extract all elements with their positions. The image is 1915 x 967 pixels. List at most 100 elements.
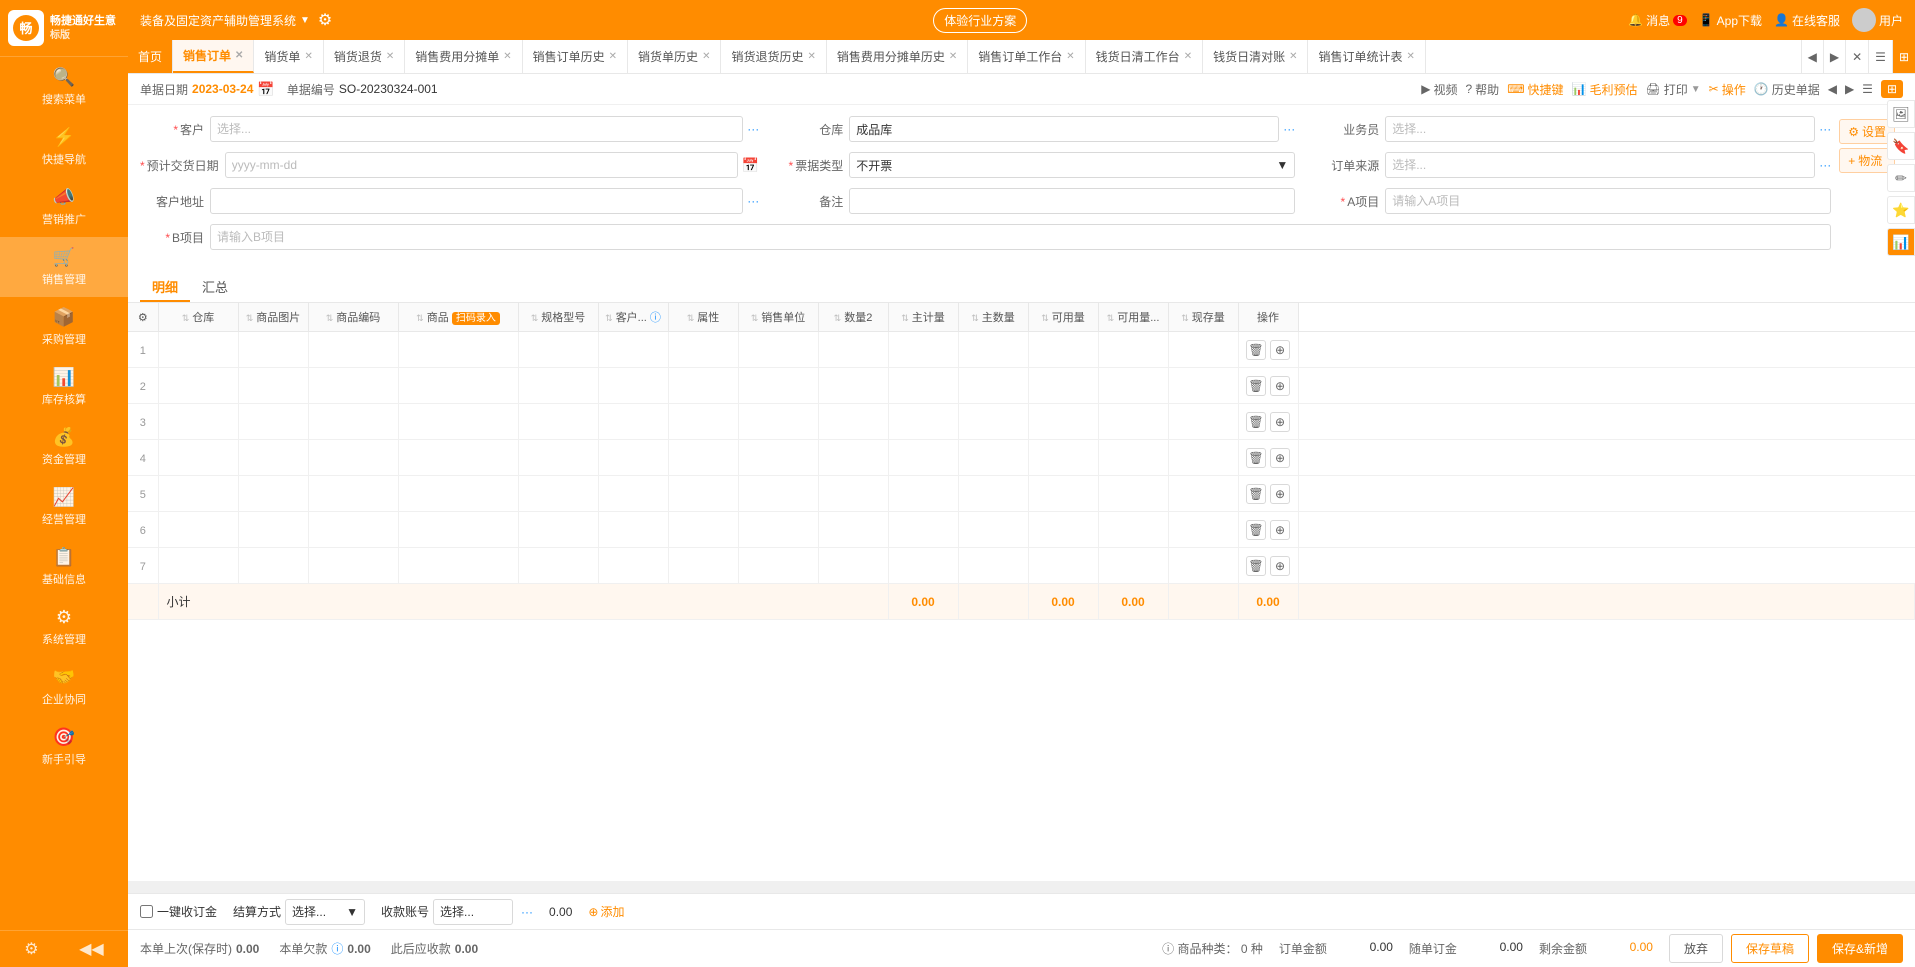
table-scroll-bar[interactable] — [128, 881, 1915, 893]
tab-close-icon[interactable]: ✕ — [1066, 51, 1074, 62]
tab-sales-stats[interactable]: 销售订单统计表 ✕ — [1308, 40, 1425, 73]
print-btn[interactable]: 🖨 打印 ▼ — [1646, 81, 1701, 98]
row-copy-btn[interactable]: ⊕ — [1270, 340, 1290, 360]
add-payment-btn[interactable]: ⊕ 添加 — [588, 903, 624, 920]
tab-expand-btn[interactable]: ⊞ — [1892, 40, 1915, 74]
address-more-btn[interactable]: ··· — [743, 194, 759, 208]
row-delete-btn[interactable]: 🗑 — [1246, 376, 1266, 396]
customer-more-btn[interactable]: ··· — [743, 122, 759, 136]
tab-close-icon[interactable]: ✕ — [949, 51, 957, 62]
row-copy-btn[interactable]: ⊕ — [1270, 556, 1290, 576]
tab-cash-reconcile[interactable]: 钱货日清对账 ✕ — [1203, 40, 1308, 73]
right-panel-btn-3[interactable]: ✏ — [1887, 164, 1915, 192]
delivery-date-input[interactable] — [225, 152, 738, 178]
toolbar-form-view-btn[interactable]: ⊞ — [1881, 80, 1903, 98]
sidebar-item-enterprise[interactable]: 🤝 企业协同 — [0, 657, 128, 717]
toolbar-next-btn[interactable]: ▶ — [1845, 82, 1854, 96]
sidebar-item-marketing[interactable]: 📣 营销推广 — [0, 177, 128, 237]
help-btn[interactable]: ? 帮助 — [1465, 81, 1499, 98]
tab-close-icon[interactable]: ✕ — [503, 51, 511, 62]
sidebar-item-sales[interactable]: 🛒 销售管理 — [0, 237, 128, 297]
tab-prev-btn[interactable]: ◀ — [1801, 40, 1823, 74]
sidebar-item-search[interactable]: 🔍 搜索菜单 — [0, 57, 128, 117]
tab-sales-slip[interactable]: 销货单 ✕ — [254, 40, 323, 73]
delivery-calendar-icon[interactable]: 📅 — [738, 157, 759, 174]
tab-menu-btn[interactable]: ☰ — [1868, 40, 1892, 74]
sidebar-collapse-btn[interactable]: ◀◀ — [79, 939, 104, 959]
customer-input[interactable] — [210, 116, 743, 142]
salesperson-more-btn[interactable]: ··· — [1815, 122, 1831, 136]
order-source-input[interactable] — [1385, 152, 1815, 178]
row-copy-btn[interactable]: ⊕ — [1270, 448, 1290, 468]
tab-more-btn[interactable]: ✕ — [1845, 40, 1868, 74]
system-dropdown-btn[interactable]: ▼ — [300, 15, 310, 26]
profit-btn[interactable]: 📊 毛利预估 — [1572, 81, 1638, 98]
tab-close-icon[interactable]: ✕ — [1184, 51, 1192, 62]
tab-summary[interactable]: 汇总 — [190, 273, 240, 302]
payment-method-select[interactable]: 选择... ▼ — [285, 899, 365, 925]
row-delete-btn[interactable]: 🗑 — [1246, 484, 1266, 504]
tab-detail[interactable]: 明细 — [140, 273, 190, 302]
tab-close-icon[interactable]: ✕ — [702, 51, 710, 62]
sidebar-item-inventory[interactable]: 📊 库存核算 — [0, 357, 128, 417]
row-copy-btn[interactable]: ⊕ — [1270, 412, 1290, 432]
save-draft-button[interactable]: 保存草稿 — [1731, 934, 1809, 963]
b-project-input[interactable] — [210, 224, 1831, 250]
invoice-type-select[interactable]: 不开票 ▼ — [849, 152, 1295, 178]
tab-close-icon[interactable]: ✕ — [807, 51, 815, 62]
warehouse-more-btn[interactable]: ··· — [1279, 122, 1295, 136]
shortcut-btn[interactable]: ⌨ 快捷键 — [1507, 81, 1563, 98]
row-copy-btn[interactable]: ⊕ — [1270, 376, 1290, 396]
th-settings[interactable]: ⚙ — [128, 303, 158, 332]
tab-close-icon[interactable]: ✕ — [609, 51, 617, 62]
row-copy-btn[interactable]: ⊕ — [1270, 520, 1290, 540]
salesperson-input[interactable] — [1385, 116, 1815, 142]
row-delete-btn[interactable]: 🗑 — [1246, 556, 1266, 576]
topbar-settings-icon[interactable]: ⚙ — [318, 10, 332, 30]
row-delete-btn[interactable]: 🗑 — [1246, 520, 1266, 540]
tab-return-history[interactable]: 销货退货历史 ✕ — [721, 40, 826, 73]
toolbar-list-view-btn[interactable]: ☰ — [1862, 82, 1873, 96]
sidebar-item-management[interactable]: 📈 经营管理 — [0, 477, 128, 537]
history-btn[interactable]: 🕐 历史单据 — [1754, 81, 1820, 98]
right-panel-btn-2[interactable]: 🔖 — [1887, 132, 1915, 160]
app-download-item[interactable]: 📱 App下载 — [1699, 12, 1762, 29]
remark-input[interactable] — [849, 188, 1295, 214]
discard-button[interactable]: 放弃 — [1669, 934, 1723, 963]
tab-cash-workbench[interactable]: 钱货日清工作台 ✕ — [1086, 40, 1203, 73]
tab-sales-order[interactable]: 销售订单 ✕ — [173, 40, 254, 73]
row-delete-btn[interactable]: 🗑 — [1246, 340, 1266, 360]
a-project-input[interactable] — [1385, 188, 1831, 214]
sidebar-item-system[interactable]: ⚙ 系统管理 — [0, 597, 128, 657]
scan-input-btn[interactable]: 扫码录入 — [452, 312, 500, 325]
sidebar-item-navigation[interactable]: ⚡ 快捷导航 — [0, 117, 128, 177]
save-new-button[interactable]: 保存&新增 — [1817, 934, 1903, 963]
operation-btn[interactable]: ✂ 操作 — [1709, 81, 1746, 98]
tab-expense-history[interactable]: 销售费用分摊单历史 ✕ — [827, 40, 968, 73]
tab-close-icon[interactable]: ✕ — [235, 50, 243, 61]
order-source-more-btn[interactable]: ··· — [1815, 158, 1831, 172]
sidebar-item-basic-info[interactable]: 📋 基础信息 — [0, 537, 128, 597]
account-more-btn[interactable]: ··· — [517, 905, 533, 919]
right-panel-btn-1[interactable]: 🖼 — [1887, 100, 1915, 128]
toolbar-prev-btn[interactable]: ◀ — [1828, 82, 1837, 96]
tab-next-btn[interactable]: ▶ — [1823, 40, 1845, 74]
sidebar-item-purchase[interactable]: 📦 采购管理 — [0, 297, 128, 357]
view-btn[interactable]: ▶ 视频 — [1421, 81, 1457, 98]
sidebar-item-guide[interactable]: 🎯 新手引导 — [0, 717, 128, 777]
tab-close-icon[interactable]: ✕ — [1289, 51, 1297, 62]
tab-home[interactable]: 首页 — [128, 40, 173, 73]
online-service-item[interactable]: 👤 在线客服 — [1774, 12, 1840, 29]
account-select[interactable]: 选择... — [433, 899, 513, 925]
solution-button[interactable]: 体验行业方案 — [933, 8, 1027, 33]
one-click-checkbox[interactable] — [140, 905, 153, 918]
calendar-icon[interactable]: 📅 — [257, 81, 274, 98]
sidebar-item-finance[interactable]: 💰 资金管理 — [0, 417, 128, 477]
sidebar-settings-btn[interactable]: ⚙ — [24, 939, 38, 959]
right-panel-btn-5[interactable]: 📊 — [1887, 228, 1915, 256]
notifications-item[interactable]: 🔔 消息 9 — [1628, 12, 1687, 29]
tab-close-icon[interactable]: ✕ — [304, 51, 312, 62]
row-copy-btn[interactable]: ⊕ — [1270, 484, 1290, 504]
row-delete-btn[interactable]: 🗑 — [1246, 412, 1266, 432]
warehouse-select[interactable]: 成品库 — [849, 116, 1279, 142]
